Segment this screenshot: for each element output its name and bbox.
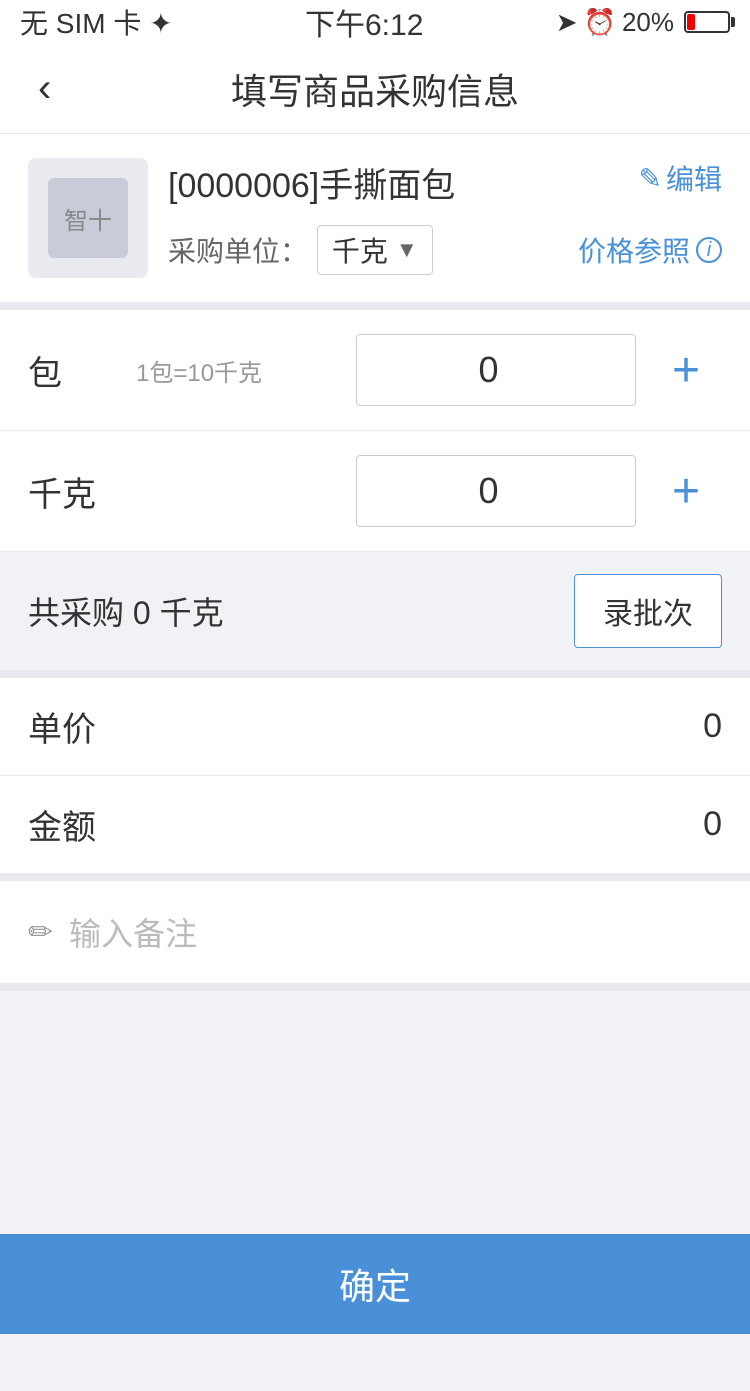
back-button[interactable]: ‹ <box>28 56 61 121</box>
status-left: 无 SIM 卡 ✦ <box>20 2 173 42</box>
amount-row: 金额 0 <box>0 776 750 873</box>
confirm-button[interactable]: 确定 <box>0 1234 750 1334</box>
remark-section[interactable]: ✏ 输入备注 <box>0 881 750 991</box>
kg-row: 千克 + <box>0 431 750 552</box>
amount-value: 0 <box>703 805 722 844</box>
product-name: [0000006]手撕面包 <box>168 158 455 207</box>
location-icon: ➤ <box>556 7 578 38</box>
product-image: 智十 <box>28 158 148 278</box>
pack-input[interactable] <box>356 334 636 406</box>
battery-text: 20% <box>622 7 674 38</box>
product-info: [0000006]手撕面包 ✎ 编辑 采购单位： 千克 ▼ 价格参照 i <box>168 158 722 275</box>
amount-label: 金额 <box>28 800 96 849</box>
pencil-icon: ✏ <box>28 915 53 950</box>
nav-bar: ‹ 填写商品采购信息 <box>0 44 750 134</box>
kg-input-wrap: + <box>128 455 722 527</box>
product-unit-row: 采购单位： 千克 ▼ 价格参照 i <box>168 225 722 275</box>
price-ref-label: 价格参照 <box>578 230 690 270</box>
kg-plus-button[interactable]: + <box>650 455 722 527</box>
pack-label: 包 <box>28 346 128 395</box>
batch-button[interactable]: 录批次 <box>574 574 722 648</box>
unit-price-label: 单价 <box>28 702 96 751</box>
price-ref-button[interactable]: 价格参照 i <box>578 230 722 270</box>
product-header: [0000006]手撕面包 ✎ 编辑 <box>168 158 722 207</box>
pack-input-wrap: + <box>262 334 722 406</box>
kg-input[interactable] <box>356 455 636 527</box>
sim-signal: 无 SIM 卡 ✦ <box>20 2 173 42</box>
unit-price-value: 0 <box>703 707 722 746</box>
unit-value: 千克 <box>332 230 388 270</box>
unit-label-wrap: 采购单位： 千克 ▼ <box>168 225 433 275</box>
product-card: 智十 [0000006]手撕面包 ✎ 编辑 采购单位： 千克 ▼ <box>0 134 750 310</box>
price-section: 单价 0 金额 0 <box>0 678 750 881</box>
unit-select[interactable]: 千克 ▼ <box>317 225 433 275</box>
unit-price-row: 单价 0 <box>0 678 750 776</box>
summary-text: 共采购 0 千克 <box>28 588 224 634</box>
info-icon: i <box>696 237 722 263</box>
battery-icon <box>684 11 730 33</box>
pack-sub: 1包=10千克 <box>136 353 262 388</box>
edit-label: 编辑 <box>666 158 722 198</box>
chevron-down-icon: ▼ <box>396 237 418 263</box>
form-section: 包 1包=10千克 + 千克 + <box>0 310 750 552</box>
status-right: ➤ ⏰ 20% <box>556 7 730 38</box>
edit-button[interactable]: ✎ 编辑 <box>639 158 722 198</box>
remark-placeholder: 输入备注 <box>69 909 197 955</box>
alarm-icon: ⏰ <box>584 7 616 38</box>
pack-row: 包 1包=10千克 + <box>0 310 750 431</box>
edit-icon: ✎ <box>639 162 662 195</box>
status-bar: 无 SIM 卡 ✦ 下午6:12 ➤ ⏰ 20% <box>0 0 750 44</box>
pack-plus-button[interactable]: + <box>650 334 722 406</box>
status-time: 下午6:12 <box>305 0 423 44</box>
page-title: 填写商品采购信息 <box>231 63 519 115</box>
product-logo: 智十 <box>48 178 128 258</box>
unit-label: 采购单位： <box>168 236 308 267</box>
summary-row: 共采购 0 千克 录批次 <box>0 552 750 678</box>
kg-label: 千克 <box>28 467 128 516</box>
